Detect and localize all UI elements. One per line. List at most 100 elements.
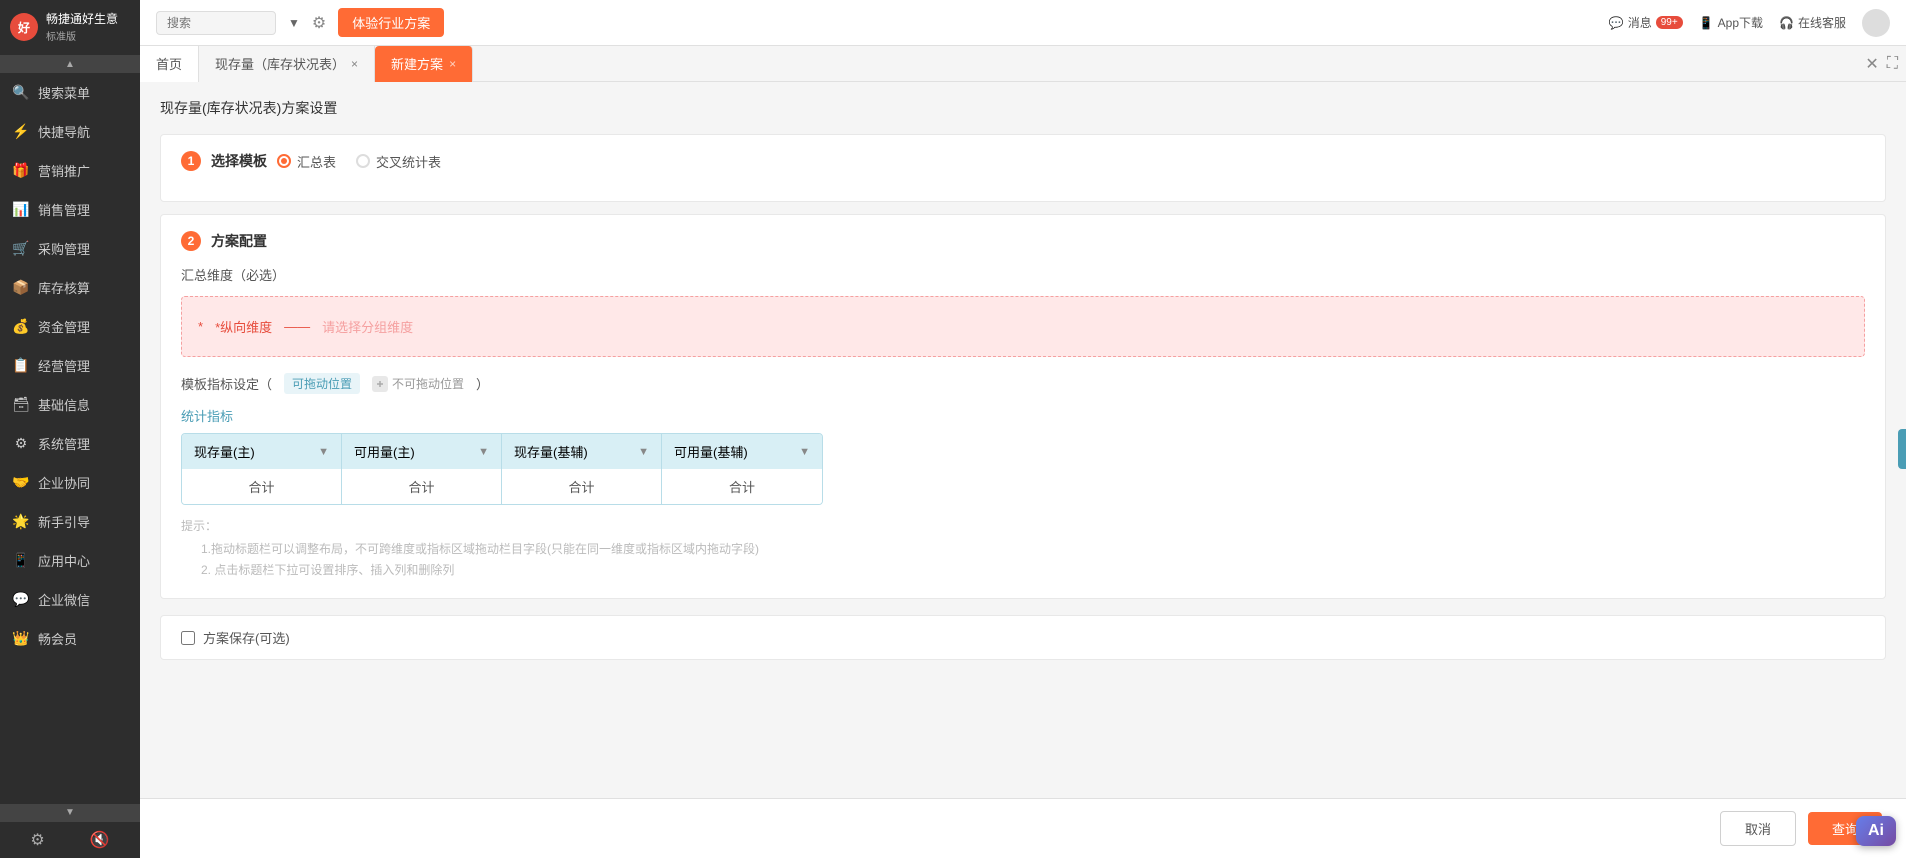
logo-text: 畅捷通好生意 标准版 (46, 12, 118, 43)
col-header-3[interactable]: 可用量(基辅) ▼ (662, 434, 822, 469)
online-service-button[interactable]: 🎧 在线客服 (1779, 14, 1846, 31)
right-edge-handle[interactable] (1898, 429, 1906, 469)
sidebar-item-operation[interactable]: 📋 经营管理 (0, 346, 140, 385)
enterprise-icon: 🤝 (12, 474, 30, 491)
topbar-right: 💬 消息 99+ 📱 App下载 🎧 在线客服 (1609, 9, 1890, 37)
step1-card: 1 选择模板 汇总表 交叉统计表 (160, 134, 1886, 202)
ai-float-button[interactable]: Ai (1856, 816, 1896, 846)
tabs-actions: ✕ ⛶ (1865, 54, 1906, 74)
logo-icon: 好 (10, 13, 38, 41)
template-options: 汇总表 交叉统计表 (277, 152, 441, 171)
sidebar-item-inventory[interactable]: 📦 库存核算 (0, 268, 140, 307)
sidebar-item-basic[interactable]: 🗃 基础信息 (0, 385, 140, 424)
system-icon: ⚙ (12, 435, 30, 452)
basic-icon: 🗃 (12, 396, 30, 413)
stats-table: 现存量(主) ▼ 可用量(主) ▼ 现存量(基辅) ▼ 可用量(基辅) (181, 433, 823, 505)
hint-item-1: 2. 点击标题栏下拉可设置排序、插入列和删除列 (181, 561, 1865, 578)
step1-header: 1 选择模板 汇总表 交叉统计表 (181, 151, 1865, 171)
operation-icon: 📋 (12, 357, 30, 374)
sidebar-item-wechat[interactable]: 💬 企业微信 (0, 580, 140, 619)
col-chevron-1[interactable]: ▼ (478, 446, 489, 458)
radio-cross[interactable]: 交叉统计表 (356, 152, 441, 171)
col-chevron-0[interactable]: ▼ (318, 446, 329, 458)
inventory-icon: 📦 (12, 279, 30, 296)
col-body-1: 合计 (342, 469, 502, 504)
dimension-dash: —— (284, 319, 310, 334)
main-area: ▼ ⚙ 体验行业方案 💬 消息 99+ 📱 App下载 🎧 在线客服 首页 (140, 0, 1906, 858)
sidebar-item-sales[interactable]: 📊 销售管理 (0, 190, 140, 229)
dimension-vertical-label: *纵向维度 (215, 317, 272, 336)
dimension-row: * *纵向维度 —— 请选择分组维度 (198, 317, 1848, 336)
sidebar-item-purchase[interactable]: 🛒 采购管理 (0, 229, 140, 268)
industry-plan-button[interactable]: 体验行业方案 (338, 8, 444, 37)
sidebar-scroll-up[interactable]: ▲ (0, 56, 140, 73)
sidebar-item-newguide[interactable]: 🌟 新手引导 (0, 502, 140, 541)
col-chevron-3[interactable]: ▼ (799, 446, 810, 458)
service-icon: 🎧 (1779, 16, 1794, 30)
sales-icon: 📊 (12, 201, 30, 218)
topbar: ▼ ⚙ 体验行业方案 💬 消息 99+ 📱 App下载 🎧 在线客服 (140, 0, 1906, 46)
newguide-icon: 🌟 (12, 513, 30, 530)
col-header-1[interactable]: 可用量(主) ▼ (342, 434, 502, 469)
save-option-section: 方案保存(可选) (160, 615, 1886, 660)
page-title: 现存量(库存状况表)方案设置 (160, 98, 1886, 118)
statistics-section: 统计指标 现存量(主) ▼ 可用量(主) ▼ 现存量(基辅) (181, 406, 1865, 505)
finance-icon: 💰 (12, 318, 30, 335)
col-body-2: 合计 (502, 469, 662, 504)
dimension-required-star: * (198, 319, 203, 334)
movable-tag: 可拖动位置 (284, 373, 360, 394)
sidebar-scroll-down[interactable]: ▼ (0, 804, 140, 821)
sidebar-item-shortcut[interactable]: ⚡ 快捷导航 (0, 112, 140, 151)
step2-title: 方案配置 (211, 231, 267, 251)
col-header-2[interactable]: 现存量(基辅) ▼ (502, 434, 662, 469)
sidebar-item-search[interactable]: 🔍 搜索菜单 (0, 73, 140, 112)
messages-button[interactable]: 💬 消息 99+ (1609, 14, 1683, 31)
topbar-search-input[interactable] (156, 11, 276, 35)
user-avatar[interactable] (1862, 9, 1890, 37)
stats-table-body: 合计 合计 合计 合计 (182, 469, 822, 504)
indicator-setting: 模板指标设定（ 可拖动位置 不可拖动位置 ） (181, 373, 1865, 394)
settings-bottom-icon[interactable]: ⚙ (30, 830, 44, 850)
tab-expand-icon[interactable]: ⛶ (1887, 55, 1898, 73)
sidebar-bottom: ⚙ 🔇 (0, 821, 140, 858)
footer-bar: 取消 查询 (140, 798, 1906, 858)
sidebar-item-marketing[interactable]: 🎁 营销推广 (0, 151, 140, 190)
message-icon: 💬 (1609, 16, 1624, 30)
topbar-gear-icon[interactable]: ⚙ (312, 13, 326, 33)
hint-item-0: 1.拖动标题栏可以调整布局，不可跨维度或指标区域拖动栏目字段(只能在同一维度或指… (181, 540, 1865, 557)
tab-new-plan-close[interactable]: × (449, 57, 456, 71)
sidebar-item-member[interactable]: 👑 畅会员 (0, 619, 140, 658)
content-area: 现存量(库存状况表)方案设置 1 选择模板 汇总表 交叉统计表 (140, 82, 1906, 798)
purchase-icon: 🛒 (12, 240, 30, 257)
cancel-button[interactable]: 取消 (1720, 811, 1796, 846)
sound-bottom-icon[interactable]: 🔇 (90, 830, 110, 850)
shortcut-icon: ⚡ (12, 123, 30, 140)
col-chevron-2[interactable]: ▼ (638, 446, 649, 458)
step2-badge: 2 (181, 231, 201, 251)
tab-close-all-icon[interactable]: ✕ (1865, 54, 1878, 74)
step1-title: 选择模板 (211, 151, 267, 171)
tab-inventory-close[interactable]: × (351, 57, 358, 71)
topbar-dropdown-icon[interactable]: ▼ (288, 16, 300, 30)
tab-home[interactable]: 首页 (140, 46, 199, 82)
radio-summary[interactable]: 汇总表 (277, 152, 336, 171)
dimension-placeholder: 请选择分组维度 (322, 317, 413, 336)
step2-header: 2 方案配置 (181, 231, 1865, 251)
col-header-0[interactable]: 现存量(主) ▼ (182, 434, 342, 469)
indicator-setting-label: 模板指标设定（ (181, 374, 272, 393)
app-download-button[interactable]: 📱 App下载 (1699, 14, 1763, 31)
radio-summary-dot (277, 154, 291, 168)
dimension-label: 汇总维度（必选） (181, 265, 1865, 284)
step2-card: 2 方案配置 汇总维度（必选） * *纵向维度 —— 请选择分组维度 模板指标设… (160, 214, 1886, 599)
tab-inventory[interactable]: 现存量（库存状况表） × (199, 46, 375, 82)
step1-badge: 1 (181, 151, 201, 171)
stats-table-header: 现存量(主) ▼ 可用量(主) ▼ 现存量(基辅) ▼ 可用量(基辅) (182, 434, 822, 469)
radio-cross-dot (356, 154, 370, 168)
col-body-0: 合计 (182, 469, 342, 504)
sidebar-item-enterprise[interactable]: 🤝 企业协同 (0, 463, 140, 502)
sidebar-item-appcenter[interactable]: 📱 应用中心 (0, 541, 140, 580)
save-checkbox[interactable] (181, 631, 195, 645)
tab-new-plan[interactable]: 新建方案 × (375, 46, 473, 82)
sidebar-item-finance[interactable]: 💰 资金管理 (0, 307, 140, 346)
sidebar-item-system[interactable]: ⚙ 系统管理 (0, 424, 140, 463)
